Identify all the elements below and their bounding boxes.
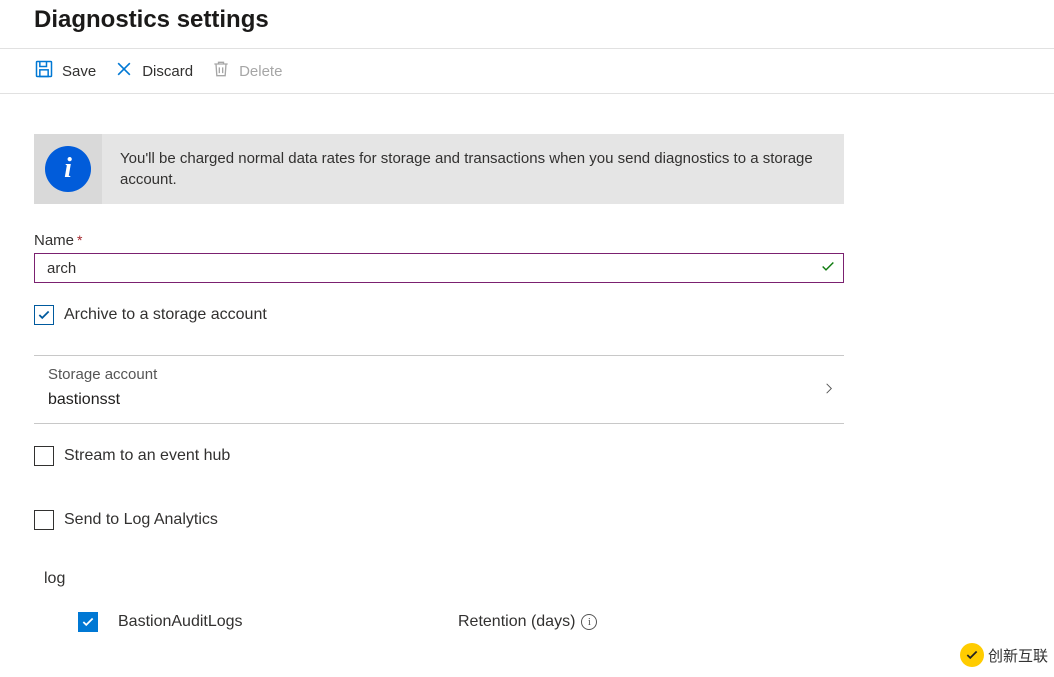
page-title: Diagnostics settings bbox=[34, 6, 1020, 34]
chevron-right-icon bbox=[822, 378, 836, 401]
discard-button[interactable]: Discard bbox=[114, 59, 193, 83]
name-input[interactable] bbox=[34, 253, 844, 283]
info-banner: i You'll be charged normal data rates fo… bbox=[34, 134, 844, 204]
storage-account-value: bastionsst bbox=[48, 391, 830, 409]
watermark: 创新互联 bbox=[960, 643, 1048, 667]
info-icon: i bbox=[45, 146, 91, 192]
save-icon bbox=[34, 59, 54, 83]
log-item-row: BastionAuditLogs Retention (days) i bbox=[34, 612, 846, 632]
log-analytics-label: Send to Log Analytics bbox=[64, 511, 218, 529]
storage-account-picker[interactable]: Storage account bastionsst bbox=[34, 355, 844, 424]
save-button[interactable]: Save bbox=[34, 59, 96, 83]
valid-check-icon bbox=[820, 259, 836, 278]
watermark-text: 创新互联 bbox=[988, 645, 1048, 666]
archive-label: Archive to a storage account bbox=[64, 306, 267, 324]
info-icon[interactable]: i bbox=[581, 614, 597, 630]
log-analytics-checkbox[interactable] bbox=[34, 510, 54, 530]
discard-label: Discard bbox=[142, 63, 193, 80]
archive-checkbox[interactable] bbox=[34, 305, 54, 325]
delete-label: Delete bbox=[239, 63, 282, 80]
delete-button: Delete bbox=[211, 59, 282, 83]
storage-account-label: Storage account bbox=[48, 366, 830, 383]
watermark-badge-icon bbox=[960, 643, 984, 667]
command-bar: Save Discard Delete bbox=[0, 48, 1054, 94]
log-section-heading: log bbox=[44, 570, 846, 588]
name-label: Name bbox=[34, 232, 74, 249]
trash-icon bbox=[211, 59, 231, 83]
info-banner-text: You'll be charged normal data rates for … bbox=[102, 134, 844, 204]
close-icon bbox=[114, 59, 134, 83]
required-mark: * bbox=[77, 232, 82, 248]
stream-label: Stream to an event hub bbox=[64, 447, 230, 465]
retention-label: Retention (days) bbox=[458, 613, 575, 631]
stream-checkbox[interactable] bbox=[34, 446, 54, 466]
log-item-label: BastionAuditLogs bbox=[118, 613, 398, 631]
log-item-checkbox[interactable] bbox=[78, 612, 98, 632]
save-label: Save bbox=[62, 63, 96, 80]
